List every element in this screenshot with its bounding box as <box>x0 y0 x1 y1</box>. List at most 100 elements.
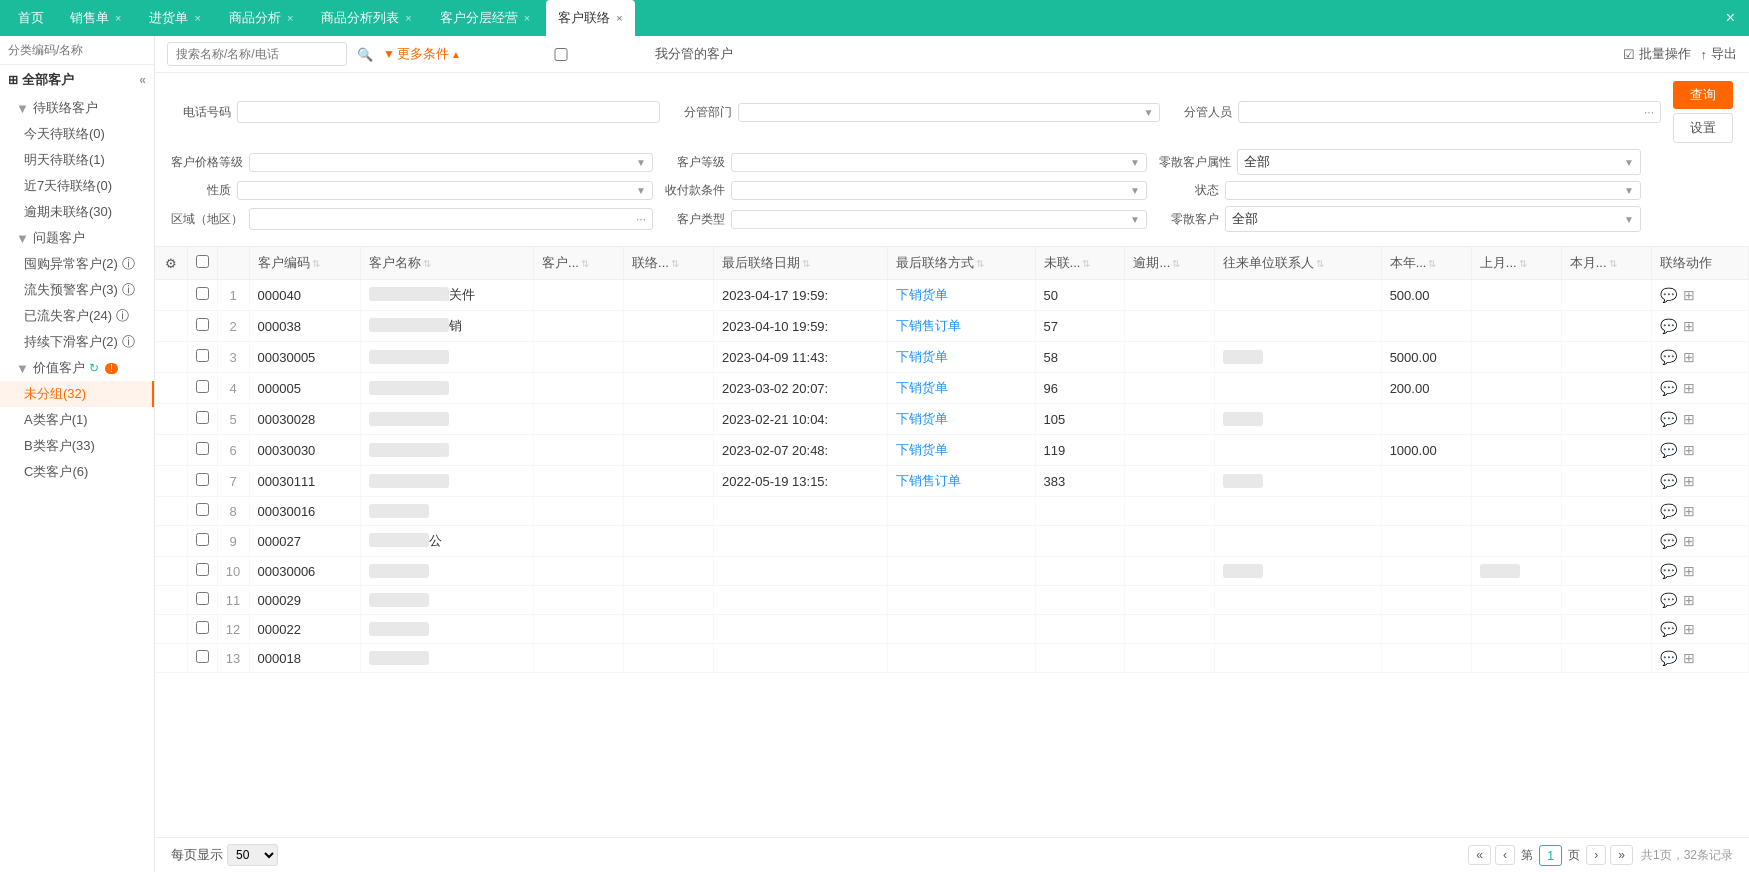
manager-select[interactable]: ··· <box>1238 101 1661 123</box>
row-check[interactable] <box>187 526 217 557</box>
phone-action-icon[interactable]: 💬 <box>1660 287 1677 303</box>
phone-action-icon[interactable]: 💬 <box>1660 411 1677 427</box>
payment-select[interactable]: ▼ <box>731 181 1147 200</box>
sort-contact-icon[interactable]: ⇅ <box>671 258 679 269</box>
phone-action-icon[interactable]: 💬 <box>1660 380 1677 396</box>
row-check[interactable] <box>187 373 217 404</box>
row-method-link[interactable]: 下销货单 <box>896 287 948 302</box>
nav-purchase[interactable]: 进货单 × <box>137 0 212 36</box>
row-checkbox[interactable] <box>196 533 209 546</box>
nature-select[interactable]: ▼ <box>237 181 653 200</box>
sort-ic-icon[interactable]: ⇅ <box>1316 258 1324 269</box>
close-customer-mgr-icon[interactable]: × <box>524 12 530 24</box>
grid-action-icon[interactable]: ⊞ <box>1683 621 1695 637</box>
select-all-checkbox[interactable] <box>196 255 209 268</box>
sidebar-item-overdue[interactable]: 逾期未联络(30) <box>0 199 154 225</box>
col-type[interactable]: 客户...⇅ <box>534 247 624 280</box>
row-checkbox[interactable] <box>196 349 209 362</box>
nav-analysis[interactable]: 商品分析 × <box>217 0 305 36</box>
filter-search-icon[interactable]: 🔍 <box>357 47 373 62</box>
sidebar-group-value[interactable]: ▼ 价值客户 ↻ ! <box>0 355 154 381</box>
retail-attr-select[interactable]: 全部 ▼ <box>1237 149 1641 175</box>
sort-date-icon[interactable]: ⇅ <box>802 258 810 269</box>
refresh-icon[interactable]: ↻ <box>89 361 99 375</box>
close-customer-contact-icon[interactable]: × <box>616 12 622 24</box>
sidebar-item-week[interactable]: 近7天待联络(0) <box>0 173 154 199</box>
page-size-select[interactable]: 20 50 100 <box>227 844 278 866</box>
sidebar-group-pending[interactable]: ▼ 待联络客户 <box>0 95 154 121</box>
row-checkbox[interactable] <box>196 287 209 300</box>
sidebar-item-lost[interactable]: 已流失客户(24) ⓘ <box>0 303 154 329</box>
sort-type-icon[interactable]: ⇅ <box>581 258 589 269</box>
row-checkbox[interactable] <box>196 563 209 576</box>
row-checkbox[interactable] <box>196 411 209 424</box>
grid-action-icon[interactable]: ⊞ <box>1683 563 1695 579</box>
grid-action-icon[interactable]: ⊞ <box>1683 533 1695 549</box>
row-check[interactable] <box>187 342 217 373</box>
phone-action-icon[interactable]: 💬 <box>1660 621 1677 637</box>
sidebar-item-c-class[interactable]: C类客户(6) <box>0 459 154 485</box>
col-name[interactable]: 客户名称⇅ <box>360 247 533 280</box>
sort-lm-icon[interactable]: ⇅ <box>1519 258 1527 269</box>
sort-code-icon[interactable]: ⇅ <box>312 258 320 269</box>
col-check[interactable] <box>187 247 217 280</box>
col-contact[interactable]: 联络...⇅ <box>624 247 714 280</box>
batch-operation-button[interactable]: ☑ 批量操作 <box>1623 45 1691 63</box>
sort-name-icon[interactable]: ⇅ <box>423 258 431 269</box>
phone-action-icon[interactable]: 💬 <box>1660 503 1677 519</box>
dept-select[interactable]: ▼ <box>738 103 1161 122</box>
region-select[interactable]: ··· <box>249 208 653 230</box>
row-checkbox[interactable] <box>196 318 209 331</box>
grid-action-icon[interactable]: ⊞ <box>1683 349 1695 365</box>
row-check[interactable] <box>187 615 217 644</box>
row-checkbox[interactable] <box>196 621 209 634</box>
row-check[interactable] <box>187 557 217 586</box>
col-overdue[interactable]: 逾期...⇅ <box>1125 247 1215 280</box>
price-level-select[interactable]: ▼ <box>249 153 653 172</box>
col-last-contact-date[interactable]: 最后联络日期⇅ <box>713 247 887 280</box>
status-select[interactable]: ▼ <box>1225 181 1641 200</box>
sort-overdue-icon[interactable]: ⇅ <box>1172 258 1180 269</box>
col-this-month[interactable]: 本月...⇅ <box>1561 247 1651 280</box>
first-page-button[interactable]: « <box>1468 845 1491 865</box>
close-sales-icon[interactable]: × <box>115 12 121 24</box>
grid-action-icon[interactable]: ⊞ <box>1683 503 1695 519</box>
col-this-year[interactable]: 本年...⇅ <box>1381 247 1471 280</box>
close-analysis-icon[interactable]: × <box>287 12 293 24</box>
row-check[interactable] <box>187 586 217 615</box>
sidebar-item-declining[interactable]: 持续下滑客户(2) ⓘ <box>0 329 154 355</box>
sidebar-group-problem[interactable]: ▼ 问题客户 <box>0 225 154 251</box>
row-check[interactable] <box>187 644 217 673</box>
nav-customer-contact[interactable]: 客户联络 × <box>546 0 634 36</box>
sort-method-icon[interactable]: ⇅ <box>976 258 984 269</box>
phone-action-icon[interactable]: 💬 <box>1660 442 1677 458</box>
row-check[interactable] <box>187 435 217 466</box>
row-checkbox[interactable] <box>196 442 209 455</box>
row-checkbox[interactable] <box>196 592 209 605</box>
nav-customer-mgr[interactable]: 客户分层经营 × <box>428 0 542 36</box>
my-customers-checkbox-label[interactable]: 我分管的客户 <box>471 45 733 63</box>
sidebar-item-b-class[interactable]: B类客户(33) <box>0 433 154 459</box>
row-check[interactable] <box>187 466 217 497</box>
grid-action-icon[interactable]: ⊞ <box>1683 380 1695 396</box>
close-analysis-list-icon[interactable]: × <box>405 12 411 24</box>
row-method-link[interactable]: 下销货单 <box>896 349 948 364</box>
phone-input[interactable] <box>237 101 660 123</box>
row-check[interactable] <box>187 404 217 435</box>
window-close-button[interactable]: × <box>1720 9 1741 27</box>
search-input[interactable] <box>167 42 347 66</box>
nav-home[interactable]: 首页 <box>8 0 54 36</box>
row-method-link[interactable]: 下销售订单 <box>896 318 961 333</box>
last-page-button[interactable]: » <box>1610 845 1633 865</box>
nav-sales[interactable]: 销售单 × <box>58 0 133 36</box>
prev-page-button[interactable]: ‹ <box>1495 845 1515 865</box>
sidebar-item-a-class[interactable]: A类客户(1) <box>0 407 154 433</box>
sidebar-search-input[interactable] <box>8 43 155 57</box>
retail-select[interactable]: 全部 ▼ <box>1225 206 1641 232</box>
phone-action-icon[interactable]: 💬 <box>1660 592 1677 608</box>
grid-action-icon[interactable]: ⊞ <box>1683 411 1695 427</box>
sidebar-item-abnormal[interactable]: 囤购异常客户(2) ⓘ <box>0 251 154 277</box>
query-button[interactable]: 查询 <box>1673 81 1733 109</box>
grid-action-icon[interactable]: ⊞ <box>1683 442 1695 458</box>
sidebar-item-today[interactable]: 今天待联络(0) <box>0 121 154 147</box>
